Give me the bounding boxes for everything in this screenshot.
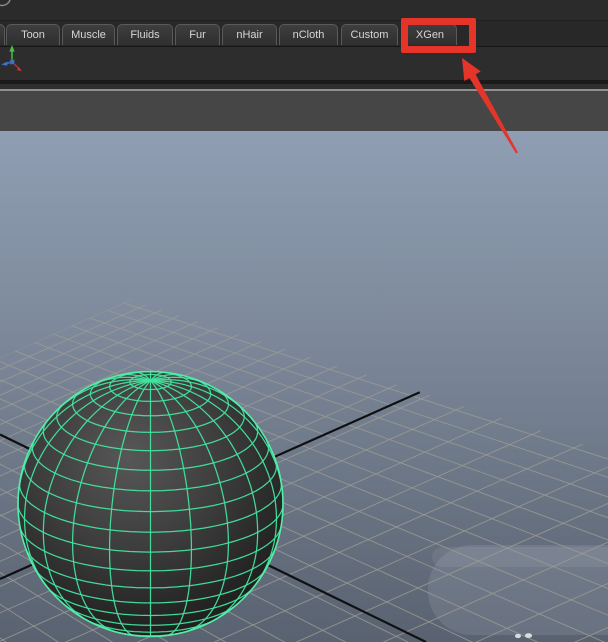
panel-top-band xyxy=(0,91,608,131)
green-up-arrow xyxy=(9,45,14,52)
shelf-content-row xyxy=(0,46,608,80)
maya-window: { "shelf": { "tabs": [ {"label": "Toon"}… xyxy=(0,0,608,642)
shelf-tab-bar: Toon Muscle Fluids Fur nHair nCloth Cust… xyxy=(0,20,608,47)
partial-circle-icon xyxy=(0,0,20,12)
shelf-tab-muscle[interactable]: Muscle xyxy=(62,24,115,45)
shelf-tab-toon[interactable]: Toon xyxy=(6,24,60,45)
blue-left-arrow xyxy=(1,62,7,66)
shelf-tab-nhair[interactable]: nHair xyxy=(222,24,277,45)
shelf-tab-partial[interactable] xyxy=(0,24,5,45)
poly-sphere[interactable] xyxy=(18,372,283,637)
shelf-tab-custom[interactable]: Custom xyxy=(341,24,398,45)
center-handle xyxy=(10,60,14,64)
status-line-strip xyxy=(0,0,608,20)
scene-canvas xyxy=(0,131,608,642)
watermark-blob xyxy=(428,545,608,635)
viewport-3d[interactable] xyxy=(0,131,608,642)
shelf-tab-ncloth[interactable]: nCloth xyxy=(279,24,338,45)
shelf-tab-xgen[interactable]: XGen xyxy=(403,24,457,45)
shelf-tab-fluids[interactable]: Fluids xyxy=(117,24,173,45)
shelf-tab-fur[interactable]: Fur xyxy=(175,24,220,45)
move-tool-axis-icon[interactable] xyxy=(0,44,26,78)
